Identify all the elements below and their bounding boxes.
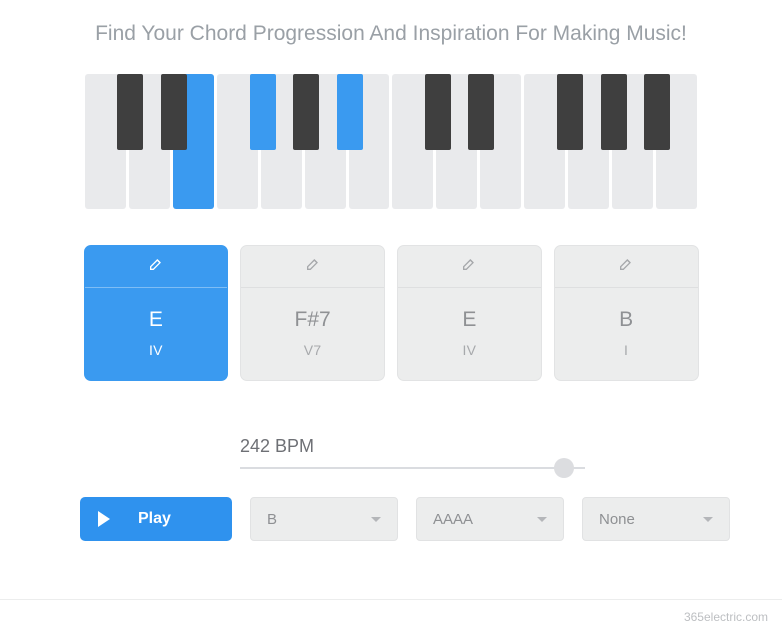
chord-card-3[interactable]: BI xyxy=(554,245,699,381)
key-select[interactable]: B xyxy=(250,497,398,541)
black-key[interactable] xyxy=(468,74,494,150)
chord-card-body: E IV xyxy=(398,288,541,380)
black-key[interactable] xyxy=(117,74,143,150)
pattern-select[interactable]: AAAA xyxy=(416,497,564,541)
chord-name: F#7 xyxy=(241,308,384,332)
black-key[interactable] xyxy=(557,74,583,150)
chord-card-body: F#7 V7 xyxy=(241,288,384,380)
chord-card-1[interactable]: F#7 V7 xyxy=(240,245,385,381)
black-key[interactable] xyxy=(161,74,187,150)
piano-keyboard[interactable] xyxy=(84,74,699,209)
chord-name: B xyxy=(555,308,698,332)
play-button-label: Play xyxy=(138,510,171,528)
chord-card-body: BI xyxy=(555,288,698,380)
attribution-text: 365electric.com xyxy=(684,610,768,624)
chord-roman-numeral: IV xyxy=(398,342,541,358)
extra-select-value: None xyxy=(599,511,635,528)
chord-edit-button[interactable] xyxy=(398,246,541,288)
chord-edit-button[interactable] xyxy=(241,246,384,288)
edit-icon xyxy=(618,256,634,277)
chevron-down-icon xyxy=(371,517,381,522)
black-key[interactable] xyxy=(293,74,319,150)
edit-icon xyxy=(461,256,477,277)
chord-edit-button[interactable] xyxy=(85,246,228,288)
play-button[interactable]: Play xyxy=(80,497,232,541)
chord-roman-numeral: V7 xyxy=(241,342,384,358)
chord-edit-button[interactable] xyxy=(555,246,698,288)
page-title: Find Your Chord Progression And Inspirat… xyxy=(40,22,742,46)
black-key[interactable] xyxy=(601,74,627,150)
chevron-down-icon xyxy=(537,517,547,522)
black-key[interactable] xyxy=(250,74,276,150)
chord-card-0[interactable]: E IV xyxy=(84,245,229,381)
controls-row: Play B AAAA None xyxy=(40,497,742,541)
bpm-label: 242 BPM xyxy=(240,436,735,457)
extra-select[interactable]: None xyxy=(582,497,730,541)
chevron-down-icon xyxy=(703,517,713,522)
black-key[interactable] xyxy=(644,74,670,150)
key-select-value: B xyxy=(267,511,277,528)
black-key[interactable] xyxy=(425,74,451,150)
footer-divider xyxy=(0,599,782,600)
bpm-slider[interactable] xyxy=(240,467,585,469)
chord-name: E xyxy=(85,308,228,332)
chord-name: E xyxy=(398,308,541,332)
play-icon xyxy=(98,511,110,527)
bpm-slider-thumb[interactable] xyxy=(554,458,574,478)
bpm-control: 242 BPM xyxy=(240,436,735,469)
chord-roman-numeral: I xyxy=(555,342,698,358)
chord-card-body: E IV xyxy=(85,288,228,380)
pattern-select-value: AAAA xyxy=(433,511,473,528)
chord-progression-row: E IV F#7 V7 E IV BI xyxy=(84,245,699,381)
chord-roman-numeral: IV xyxy=(85,342,228,358)
edit-icon xyxy=(305,256,321,277)
chord-card-2[interactable]: E IV xyxy=(397,245,542,381)
edit-icon xyxy=(148,256,164,277)
black-key[interactable] xyxy=(337,74,363,150)
